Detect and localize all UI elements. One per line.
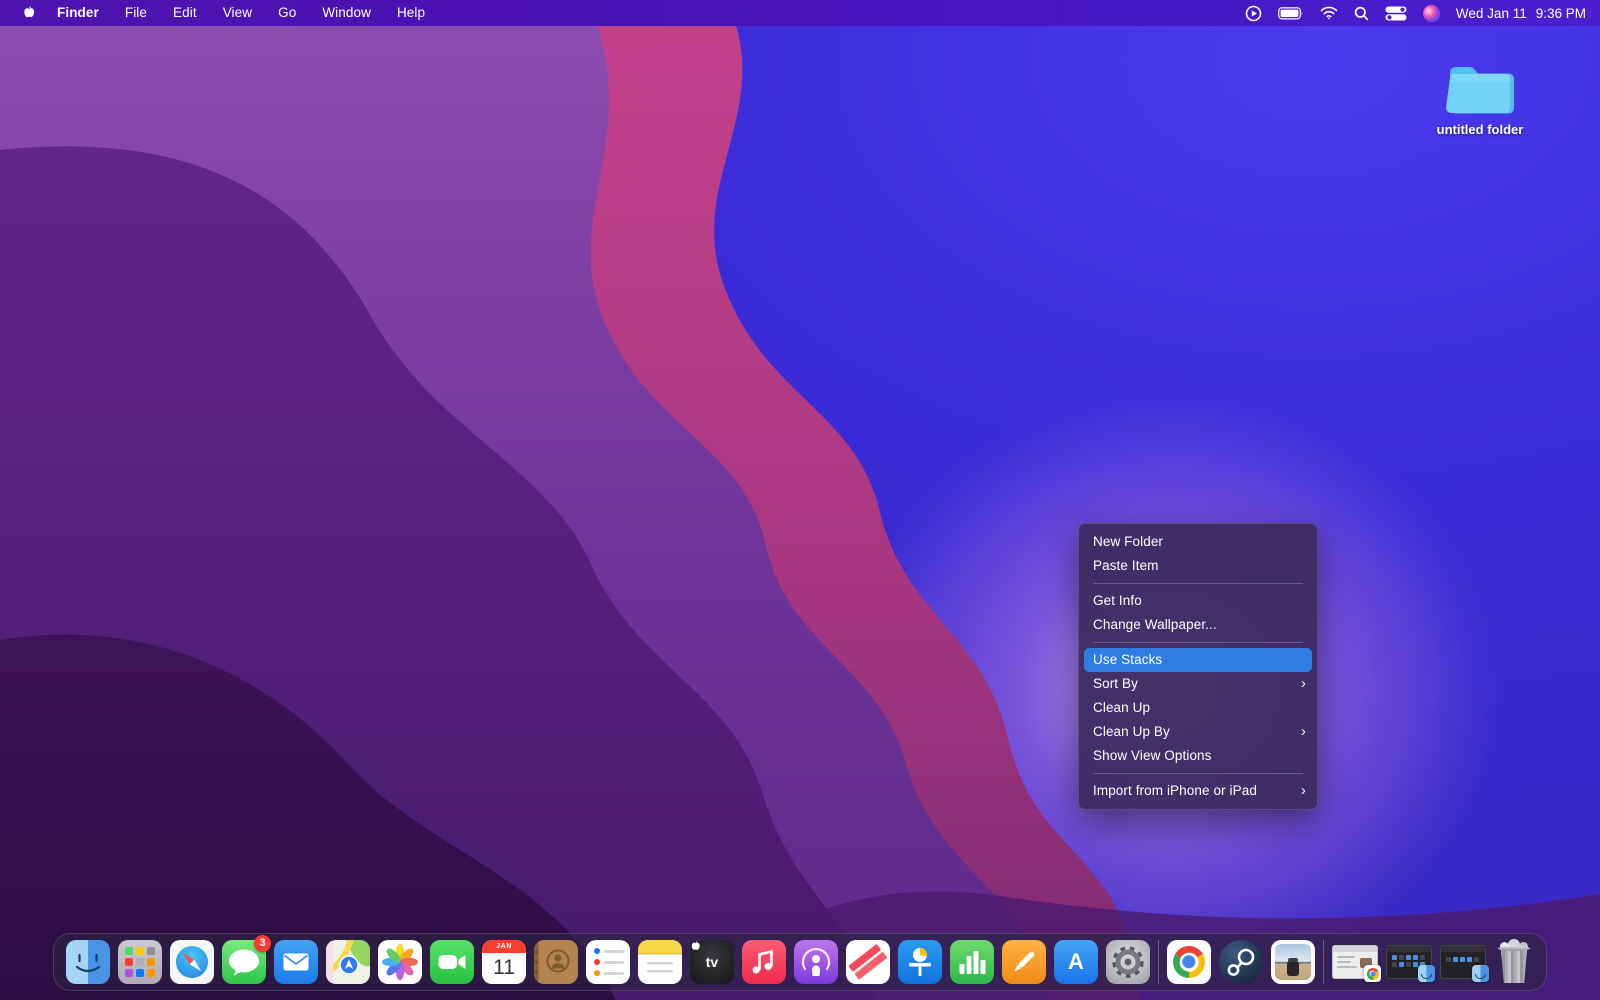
calendar-day: 11 xyxy=(493,956,515,979)
menu-item-import-from-iphone[interactable]: Import from iPhone or iPad › xyxy=(1079,779,1317,803)
menubar-item-go[interactable]: Go xyxy=(265,0,309,26)
menubar-clock[interactable]: Wed Jan 11 9:36 PM xyxy=(1456,6,1586,21)
folder-label: untitled folder xyxy=(1436,122,1524,137)
dock: 3 JAN 11 tv A xyxy=(53,933,1547,991)
finder-badge-icon xyxy=(1418,965,1435,982)
menu-item-sort-by[interactable]: Sort By › xyxy=(1079,672,1317,696)
menu-item-change-wallpaper[interactable]: Change Wallpaper... xyxy=(1079,613,1317,637)
chrome-badge-icon xyxy=(1364,965,1381,982)
dock-separator xyxy=(1323,940,1324,984)
dock-photos-icon[interactable] xyxy=(378,940,422,984)
dock-news-icon[interactable] xyxy=(846,940,890,984)
dock-separator xyxy=(1158,940,1159,984)
menubar-item-file[interactable]: File xyxy=(112,0,160,26)
dock-maps-icon[interactable] xyxy=(326,940,370,984)
menu-item-clean-up[interactable]: Clean Up xyxy=(1079,696,1317,720)
calendar-month: JAN xyxy=(482,940,526,953)
menubar-item-help[interactable]: Help xyxy=(384,0,438,26)
menubar-date: Wed Jan 11 xyxy=(1455,5,1527,21)
menu-item-paste-item[interactable]: Paste Item xyxy=(1079,554,1317,578)
menubar-app-name[interactable]: Finder xyxy=(44,0,112,26)
battery-icon[interactable] xyxy=(1278,6,1304,20)
tv-label: tv xyxy=(705,954,719,970)
dock-notes-icon[interactable] xyxy=(638,940,682,984)
dock-podcasts-icon[interactable] xyxy=(794,940,838,984)
dock-trash-icon[interactable] xyxy=(1494,939,1534,985)
photo-thumbnail xyxy=(1275,944,1311,980)
minimized-finder-window[interactable] xyxy=(1386,945,1435,982)
chevron-right-icon: › xyxy=(1300,723,1306,740)
menu-item-show-view-options[interactable]: Show View Options xyxy=(1079,744,1317,768)
dock-calendar-icon[interactable]: JAN 11 xyxy=(482,940,526,984)
chevron-right-icon: › xyxy=(1300,675,1306,692)
siri-icon[interactable] xyxy=(1422,4,1440,22)
menubar-time: 9:36 PM xyxy=(1535,5,1586,21)
appstore-letter: A xyxy=(1068,949,1084,974)
search-icon[interactable] xyxy=(1354,6,1369,21)
apple-logo-icon xyxy=(691,941,700,950)
dock-launchpad-icon[interactable] xyxy=(118,940,162,984)
menubar-item-view[interactable]: View xyxy=(210,0,265,26)
minimized-finder-window[interactable] xyxy=(1440,945,1489,982)
menu-item-clean-up-by[interactable]: Clean Up By › xyxy=(1079,720,1317,744)
menubar-item-window[interactable]: Window xyxy=(309,0,384,26)
dock-tv-icon[interactable]: tv xyxy=(690,940,734,984)
menu-item-new-folder[interactable]: New Folder xyxy=(1079,530,1317,554)
dock-music-icon[interactable] xyxy=(742,940,786,984)
control-center-icon[interactable] xyxy=(1385,6,1407,21)
menu-separator xyxy=(1093,583,1303,584)
menu-item-use-stacks[interactable]: Use Stacks xyxy=(1084,648,1312,672)
dock-contacts-icon[interactable] xyxy=(534,940,578,984)
menu-separator xyxy=(1093,773,1303,774)
folder-icon xyxy=(1446,67,1514,114)
dock-chrome-icon[interactable] xyxy=(1167,940,1211,984)
dock-steam-icon[interactable] xyxy=(1219,940,1263,984)
finder-badge-icon xyxy=(1472,965,1489,982)
menu-separator xyxy=(1093,642,1303,643)
dock-facetime-icon[interactable] xyxy=(430,940,474,984)
desktop-folder-untitled[interactable]: untitled folder xyxy=(1416,60,1544,137)
dock-appstore-icon[interactable]: A xyxy=(1054,940,1098,984)
screen-mirroring-icon[interactable] xyxy=(1245,5,1262,22)
chevron-right-icon: › xyxy=(1300,782,1306,799)
apple-menu-icon[interactable] xyxy=(14,5,44,21)
dock-safari-icon[interactable] xyxy=(170,940,214,984)
dock-system-settings-icon[interactable] xyxy=(1106,940,1150,984)
menu-item-get-info[interactable]: Get Info xyxy=(1079,589,1317,613)
dock-finder-icon[interactable] xyxy=(66,940,110,984)
minimized-chrome-window[interactable] xyxy=(1332,945,1381,982)
dock-photo-viewer-icon[interactable] xyxy=(1271,940,1315,984)
dock-reminders-icon[interactable] xyxy=(586,940,630,984)
desktop-context-menu: New Folder Paste Item Get Info Change Wa… xyxy=(1078,523,1318,810)
desktop-wallpaper xyxy=(0,0,1600,1000)
wifi-icon[interactable] xyxy=(1320,6,1338,20)
menu-bar: Finder File Edit View Go Window Help Wed… xyxy=(0,0,1600,26)
dock-mail-icon[interactable] xyxy=(274,940,318,984)
dock-pages-icon[interactable] xyxy=(1002,940,1046,984)
dock-keynote-icon[interactable] xyxy=(898,940,942,984)
messages-badge: 3 xyxy=(254,935,271,952)
dock-numbers-icon[interactable] xyxy=(950,940,994,984)
menubar-item-edit[interactable]: Edit xyxy=(160,0,210,26)
